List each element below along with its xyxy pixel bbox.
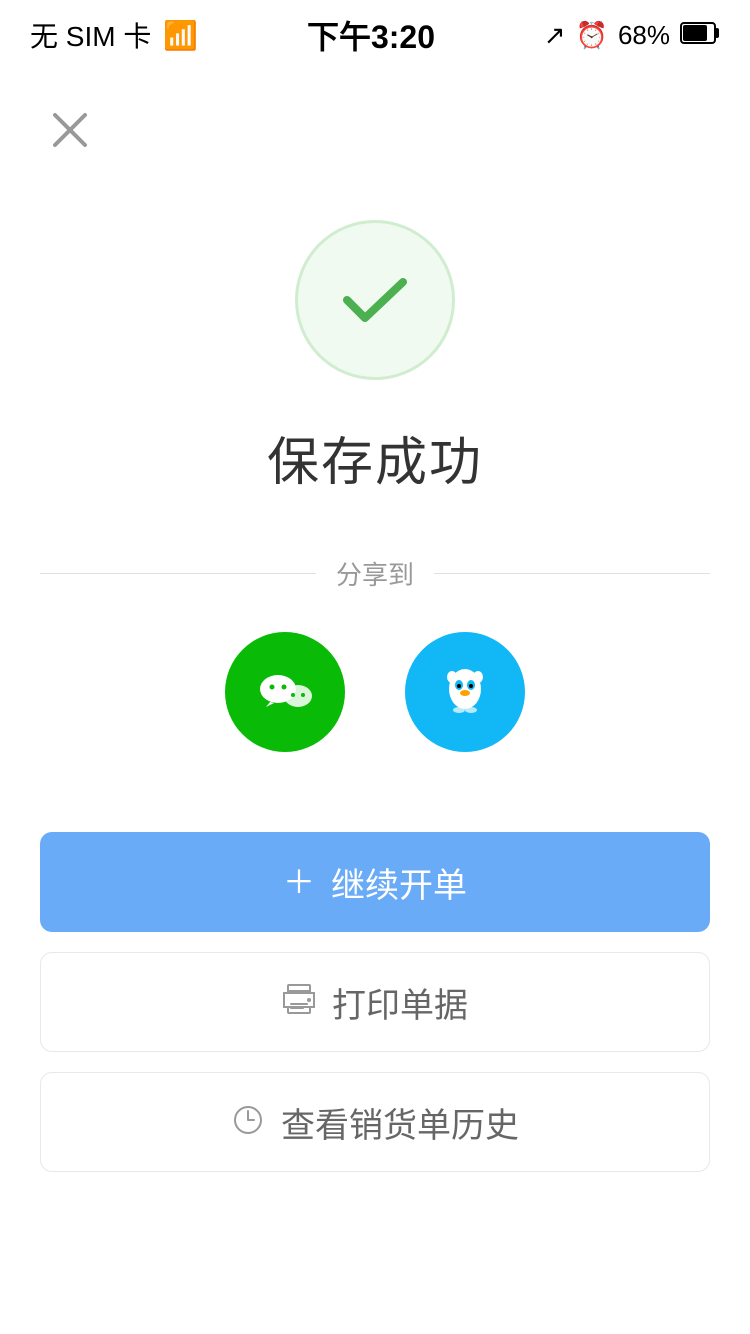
status-right: ↗ ⏰ 68%	[544, 20, 720, 51]
share-label: 分享到	[336, 555, 414, 592]
wifi-icon: 📶	[163, 19, 198, 52]
main-content: 保存成功 分享到	[0, 160, 750, 1334]
status-time: 下午3:20	[307, 12, 435, 58]
history-icon	[231, 1103, 265, 1142]
alarm-icon: ⏰	[576, 20, 608, 51]
wechat-share-button[interactable]	[225, 632, 345, 752]
print-label: 打印单据	[332, 978, 468, 1027]
print-icon	[282, 983, 316, 1022]
close-btn-container	[0, 70, 750, 160]
plus-icon: ＋	[283, 866, 315, 898]
success-title: 保存成功	[267, 420, 483, 495]
print-button[interactable]: 打印单据	[40, 952, 710, 1052]
continue-label: 继续开单	[331, 858, 467, 907]
qq-share-button[interactable]	[405, 632, 525, 752]
success-icon-circle	[295, 220, 455, 380]
divider-left	[40, 573, 316, 574]
location-icon: ↗	[544, 20, 566, 51]
status-bar: 无 SIM 卡 📶 下午3:20 ↗ ⏰ 68%	[0, 0, 750, 70]
battery-icon	[680, 20, 720, 51]
status-left: 无 SIM 卡 📶	[30, 15, 198, 55]
share-section: 分享到	[40, 555, 710, 752]
continue-button[interactable]: ＋ 继续开单	[40, 832, 710, 932]
sim-status: 无 SIM 卡	[30, 15, 151, 55]
share-icons-row	[225, 632, 525, 752]
close-button[interactable]	[40, 100, 100, 160]
history-label: 查看销货单历史	[281, 1098, 519, 1147]
qq-icon	[432, 659, 498, 725]
action-buttons: ＋ 继续开单 打印单据	[40, 832, 710, 1172]
share-divider-row: 分享到	[40, 555, 710, 592]
checkmark-icon	[335, 260, 415, 340]
history-button[interactable]: 查看销货单历史	[40, 1072, 710, 1172]
divider-right	[434, 573, 710, 574]
battery-percent: 68%	[618, 20, 670, 51]
wechat-icon	[252, 659, 318, 725]
